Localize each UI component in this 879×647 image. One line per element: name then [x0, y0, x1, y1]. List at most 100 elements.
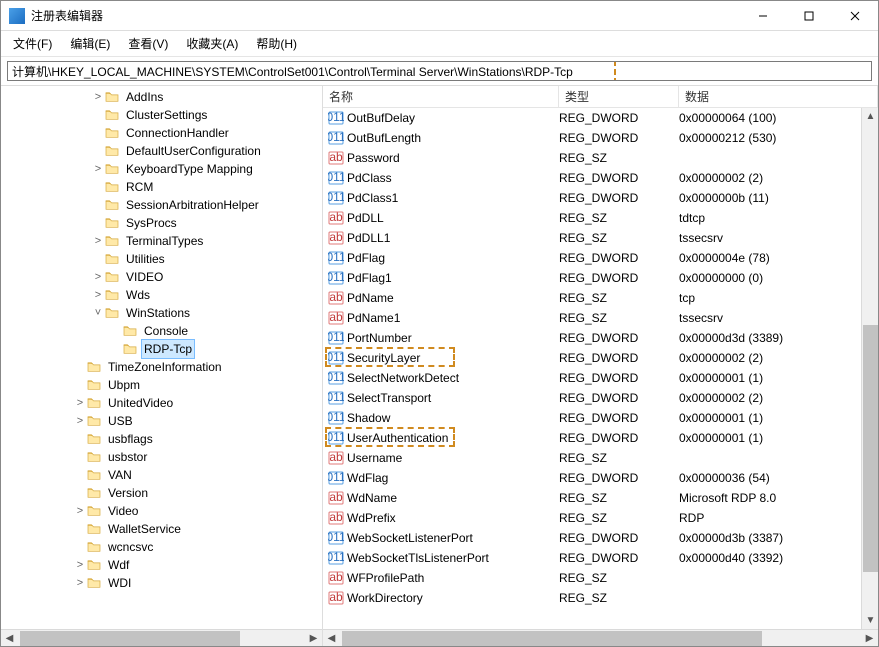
tree-node[interactable]: Utilities [1, 250, 322, 268]
expand-icon[interactable]: ˃ [91, 88, 105, 106]
value-row[interactable]: abPdDLL1REG_SZtssecsrv [323, 228, 861, 248]
value-row[interactable]: 011ShadowREG_DWORD0x00000001 (1) [323, 408, 861, 428]
value-row[interactable]: abWdNameREG_SZMicrosoft RDP 8.0 [323, 488, 861, 508]
expand-icon[interactable]: ˃ [73, 556, 87, 574]
scroll-track[interactable] [340, 630, 861, 647]
tree-node[interactable]: ˃TerminalTypes [1, 232, 322, 250]
expand-icon[interactable]: ˃ [91, 268, 105, 286]
scroll-thumb[interactable] [863, 325, 878, 572]
value-row[interactable]: 011PdClass1REG_DWORD0x0000000b (11) [323, 188, 861, 208]
tree-node[interactable]: ˃UnitedVideo [1, 394, 322, 412]
tree-node[interactable]: Ubpm [1, 376, 322, 394]
value-row[interactable]: abPdDLLREG_SZtdtcp [323, 208, 861, 228]
value-row[interactable]: abWdPrefixREG_SZRDP [323, 508, 861, 528]
value-row[interactable]: abPdNameREG_SZtcp [323, 288, 861, 308]
menu-view[interactable]: 查看(V) [120, 33, 176, 54]
scroll-track[interactable] [18, 630, 305, 647]
expand-icon[interactable]: ˃ [73, 412, 87, 430]
tree-node[interactable]: VAN [1, 466, 322, 484]
scroll-thumb[interactable] [20, 631, 240, 646]
tree-node[interactable]: TimeZoneInformation [1, 358, 322, 376]
value-row[interactable]: abUsernameREG_SZ [323, 448, 861, 468]
tree-node[interactable]: usbflags [1, 430, 322, 448]
value-row[interactable]: 011PdFlagREG_DWORD0x0000004e (78) [323, 248, 861, 268]
values-vscroll[interactable]: ▲ ▼ [861, 108, 878, 629]
tree-node[interactable]: ˃Video [1, 502, 322, 520]
tree-label: Version [106, 484, 150, 502]
tree-node[interactable]: Console [1, 322, 322, 340]
tree-node[interactable]: ClusterSettings [1, 106, 322, 124]
tree-node[interactable]: WalletService [1, 520, 322, 538]
col-data[interactable]: 数据 [679, 86, 878, 108]
scroll-right-icon[interactable]: ▶ [861, 630, 878, 647]
tree-hscroll[interactable]: ◀ ▶ [1, 629, 322, 646]
dword-icon: 011 [327, 110, 345, 126]
folder-icon [123, 342, 139, 356]
scroll-right-icon[interactable]: ▶ [305, 630, 322, 647]
expand-icon[interactable]: ˃ [91, 160, 105, 178]
value-row[interactable]: 011PdFlag1REG_DWORD0x00000000 (0) [323, 268, 861, 288]
expand-icon[interactable]: ˃ [91, 286, 105, 304]
value-row[interactable]: 011UserAuthenticationREG_DWORD0x00000001… [323, 428, 861, 448]
tree-label: VIDEO [124, 268, 165, 286]
tree-node[interactable]: ConnectionHandler [1, 124, 322, 142]
tree-node[interactable]: ˃AddIns [1, 88, 322, 106]
close-button[interactable] [832, 1, 878, 31]
tree-node[interactable]: RDP-Tcp [1, 340, 322, 358]
scroll-left-icon[interactable]: ◀ [323, 630, 340, 647]
scroll-track[interactable] [862, 125, 878, 612]
value-row[interactable]: abWorkDirectoryREG_SZ [323, 588, 861, 608]
tree[interactable]: ˃AddInsClusterSettingsConnectionHandlerD… [1, 86, 322, 629]
menu-edit[interactable]: 编辑(E) [62, 33, 118, 54]
tree-node[interactable]: RCM [1, 178, 322, 196]
expand-icon[interactable]: ˃ [73, 394, 87, 412]
col-type[interactable]: 类型 [559, 86, 679, 108]
tree-node[interactable]: ˅WinStations [1, 304, 322, 322]
value-row[interactable]: 011WebSocketTlsListenerPortREG_DWORD0x00… [323, 548, 861, 568]
menu-favorites[interactable]: 收藏夹(A) [178, 33, 246, 54]
tree-node[interactable]: DefaultUserConfiguration [1, 142, 322, 160]
tree-node[interactable]: ˃Wdf [1, 556, 322, 574]
value-row[interactable]: 011WdFlagREG_DWORD0x00000036 (54) [323, 468, 861, 488]
maximize-button[interactable] [786, 1, 832, 31]
value-row[interactable]: 011OutBufLengthREG_DWORD0x00000212 (530) [323, 128, 861, 148]
value-row[interactable]: 011SelectTransportREG_DWORD0x00000002 (2… [323, 388, 861, 408]
address-input[interactable]: 计算机\HKEY_LOCAL_MACHINE\SYSTEM\ControlSet… [7, 61, 872, 81]
tree-node[interactable]: usbstor [1, 448, 322, 466]
scroll-left-icon[interactable]: ◀ [1, 630, 18, 647]
scroll-up-icon[interactable]: ▲ [862, 108, 878, 125]
value-row[interactable]: abPasswordREG_SZ [323, 148, 861, 168]
value-row[interactable]: abPdName1REG_SZtssecsrv [323, 308, 861, 328]
value-row[interactable]: 011OutBufDelayREG_DWORD0x00000064 (100) [323, 108, 861, 128]
scroll-down-icon[interactable]: ▼ [862, 612, 878, 629]
scroll-thumb[interactable] [342, 631, 762, 646]
value-row[interactable]: 011PortNumberREG_DWORD0x00000d3d (3389) [323, 328, 861, 348]
values-hscroll[interactable]: ◀ ▶ [323, 629, 878, 646]
folder-icon [87, 450, 103, 464]
tree-node[interactable]: ˃KeyboardType Mapping [1, 160, 322, 178]
tree-node[interactable]: SysProcs [1, 214, 322, 232]
value-row[interactable]: 011SelectNetworkDetectREG_DWORD0x0000000… [323, 368, 861, 388]
tree-node[interactable]: Version [1, 484, 322, 502]
value-row[interactable]: abWFProfilePathREG_SZ [323, 568, 861, 588]
tree-node[interactable]: ˃WDI [1, 574, 322, 592]
values-list[interactable]: 011OutBufDelayREG_DWORD0x00000064 (100)0… [323, 108, 861, 629]
expand-icon[interactable]: ˃ [73, 502, 87, 520]
value-row[interactable]: 011WebSocketListenerPortREG_DWORD0x00000… [323, 528, 861, 548]
value-row[interactable]: 011PdClassREG_DWORD0x00000002 (2) [323, 168, 861, 188]
menu-file[interactable]: 文件(F) [5, 33, 60, 54]
expand-icon[interactable]: ˃ [91, 232, 105, 250]
tree-node[interactable]: wcncsvc [1, 538, 322, 556]
value-data: 0x00000d3b (3387) [679, 531, 861, 545]
value-row[interactable]: 011SecurityLayerREG_DWORD0x00000002 (2) [323, 348, 861, 368]
minimize-button[interactable] [740, 1, 786, 31]
tree-node[interactable]: ˃ VIDEO [1, 268, 322, 286]
expand-icon[interactable]: ˃ [73, 574, 87, 592]
tree-node[interactable]: ˃USB [1, 412, 322, 430]
tree-node[interactable]: ˃Wds [1, 286, 322, 304]
expand-icon[interactable]: ˅ [91, 304, 105, 322]
menu-help[interactable]: 帮助(H) [248, 33, 305, 54]
tree-node[interactable]: SessionArbitrationHelper [1, 196, 322, 214]
col-name[interactable]: 名称 [323, 86, 559, 108]
dword-icon: 011 [327, 250, 345, 266]
